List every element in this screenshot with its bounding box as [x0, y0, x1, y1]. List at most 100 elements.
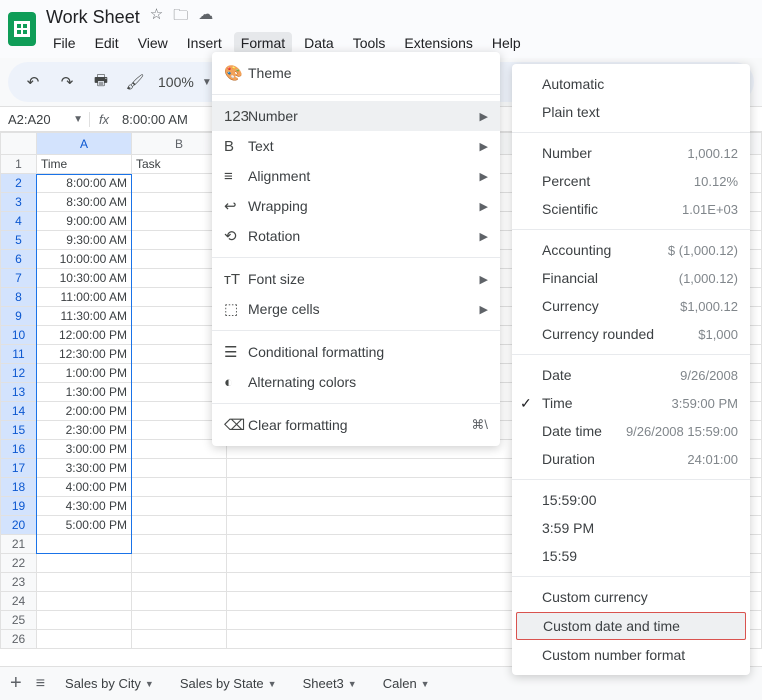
cell-B22[interactable]	[132, 554, 227, 573]
undo-button[interactable]: ↶	[18, 67, 48, 97]
row-header-21[interactable]: 21	[1, 535, 37, 554]
format-menu-alignment[interactable]: ≡ Alignment▶	[212, 161, 500, 191]
number-format-accounting[interactable]: Accounting$ (1,000.12)	[512, 236, 750, 264]
document-title[interactable]: Work Sheet	[46, 7, 140, 28]
number-format-date-time[interactable]: Date time9/26/2008 15:59:00	[512, 417, 750, 445]
cell-A23[interactable]	[37, 573, 132, 592]
row-header-19[interactable]: 19	[1, 497, 37, 516]
all-sheets-button[interactable]: ≡	[36, 675, 45, 693]
row-header-8[interactable]: 8	[1, 288, 37, 307]
row-header-14[interactable]: 14	[1, 402, 37, 421]
menu-help[interactable]: Help	[485, 32, 528, 54]
cell-B25[interactable]	[132, 611, 227, 630]
cell-A5[interactable]: 9:30:00 AM	[37, 231, 132, 250]
row-header-22[interactable]: 22	[1, 554, 37, 573]
caret-down-icon[interactable]: ▼	[73, 114, 83, 125]
zoom-dropdown[interactable]: 100%	[154, 74, 198, 90]
cell-A6[interactable]: 10:00:00 AM	[37, 250, 132, 269]
star-icon[interactable]: ☆	[150, 5, 163, 30]
move-icon[interactable]: 🗀	[173, 5, 188, 30]
row-header-13[interactable]: 13	[1, 383, 37, 402]
sheet-tab-sales-by-city[interactable]: Sales by City▼	[59, 672, 160, 695]
cloud-icon[interactable]: ☁	[198, 5, 213, 30]
row-header-25[interactable]: 25	[1, 611, 37, 630]
menu-data[interactable]: Data	[297, 32, 341, 54]
row-header-11[interactable]: 11	[1, 345, 37, 364]
cell-A8[interactable]: 11:00:00 AM	[37, 288, 132, 307]
cell-A1[interactable]: Time	[37, 155, 132, 174]
cell-A24[interactable]	[37, 592, 132, 611]
row-header-20[interactable]: 20	[1, 516, 37, 535]
col-header-A[interactable]: A	[37, 133, 132, 155]
number-format-custom-number-format[interactable]: Custom number format	[512, 641, 750, 669]
cell-A21[interactable]	[37, 535, 132, 554]
cell-B26[interactable]	[132, 630, 227, 649]
cell-A13[interactable]: 1:30:00 PM	[37, 383, 132, 402]
number-format-financial[interactable]: Financial(1,000.12)	[512, 264, 750, 292]
cell-A12[interactable]: 1:00:00 PM	[37, 364, 132, 383]
number-format-automatic[interactable]: Automatic	[512, 70, 750, 98]
number-format-currency[interactable]: Currency$1,000.12	[512, 292, 750, 320]
number-format-3-59-pm[interactable]: 3:59 PM	[512, 514, 750, 542]
row-header-16[interactable]: 16	[1, 440, 37, 459]
cell-A3[interactable]: 8:30:00 AM	[37, 193, 132, 212]
row-header-24[interactable]: 24	[1, 592, 37, 611]
menu-insert[interactable]: Insert	[180, 32, 229, 54]
cell-A10[interactable]: 12:00:00 PM	[37, 326, 132, 345]
caret-down-icon[interactable]: ▼	[348, 679, 357, 689]
menu-tools[interactable]: Tools	[346, 32, 393, 54]
number-format-date[interactable]: Date9/26/2008	[512, 361, 750, 389]
cell-A7[interactable]: 10:30:00 AM	[37, 269, 132, 288]
cell-A18[interactable]: 4:00:00 PM	[37, 478, 132, 497]
sheets-logo[interactable]	[8, 12, 36, 46]
name-box[interactable]: A2:A20 ▼	[0, 112, 90, 127]
row-header-17[interactable]: 17	[1, 459, 37, 478]
cell-A15[interactable]: 2:30:00 PM	[37, 421, 132, 440]
sheet-tab-calen[interactable]: Calen▼	[377, 672, 436, 695]
number-format-custom-date-and-time[interactable]: Custom date and time	[516, 612, 746, 640]
row-header-7[interactable]: 7	[1, 269, 37, 288]
format-menu-text[interactable]: B Text▶	[212, 131, 500, 161]
row-header-15[interactable]: 15	[1, 421, 37, 440]
cell-A11[interactable]: 12:30:00 PM	[37, 345, 132, 364]
format-menu-clear-formatting[interactable]: ⌫ Clear formatting⌘\	[212, 410, 500, 440]
format-menu-alternating-colors[interactable]: ◐ Alternating colors	[212, 367, 500, 397]
cell-A26[interactable]	[37, 630, 132, 649]
paint-format-button[interactable]: 🖌	[120, 67, 150, 97]
select-all-corner[interactable]	[1, 133, 37, 155]
row-header-9[interactable]: 9	[1, 307, 37, 326]
cell-A4[interactable]: 9:00:00 AM	[37, 212, 132, 231]
cell-A17[interactable]: 3:30:00 PM	[37, 459, 132, 478]
row-header-5[interactable]: 5	[1, 231, 37, 250]
number-format-scientific[interactable]: Scientific1.01E+03	[512, 195, 750, 223]
cell-B17[interactable]	[132, 459, 227, 478]
number-format-15-59[interactable]: 15:59	[512, 542, 750, 570]
zoom-caret-icon[interactable]: ▼	[202, 77, 212, 88]
cell-B20[interactable]	[132, 516, 227, 535]
row-header-1[interactable]: 1	[1, 155, 37, 174]
number-format-time[interactable]: ✓Time3:59:00 PM	[512, 389, 750, 417]
menu-edit[interactable]: Edit	[88, 32, 126, 54]
print-button[interactable]: 🖶	[86, 67, 116, 97]
cell-B21[interactable]	[132, 535, 227, 554]
number-format-percent[interactable]: Percent10.12%	[512, 167, 750, 195]
cell-B23[interactable]	[132, 573, 227, 592]
row-header-3[interactable]: 3	[1, 193, 37, 212]
caret-down-icon[interactable]: ▼	[145, 679, 154, 689]
formula-value[interactable]: 8:00:00 AM	[118, 112, 188, 127]
format-menu-wrapping[interactable]: ↩ Wrapping▶	[212, 191, 500, 221]
fx-icon[interactable]: fx	[90, 112, 118, 127]
cell-A22[interactable]	[37, 554, 132, 573]
caret-down-icon[interactable]: ▼	[268, 679, 277, 689]
menu-view[interactable]: View	[131, 32, 175, 54]
cell-A20[interactable]: 5:00:00 PM	[37, 516, 132, 535]
row-header-26[interactable]: 26	[1, 630, 37, 649]
cell-B19[interactable]	[132, 497, 227, 516]
format-menu-conditional-formatting[interactable]: ☰ Conditional formatting	[212, 337, 500, 367]
cell-A2[interactable]: 8:00:00 AM	[37, 174, 132, 193]
menu-format[interactable]: Format	[234, 32, 292, 54]
format-menu-font-size[interactable]: тT Font size▶	[212, 264, 500, 294]
sheet-tab-sales-by-state[interactable]: Sales by State▼	[174, 672, 283, 695]
format-menu-theme[interactable]: 🎨 Theme	[212, 58, 500, 88]
format-menu-merge-cells[interactable]: ⬚ Merge cells▶	[212, 294, 500, 324]
